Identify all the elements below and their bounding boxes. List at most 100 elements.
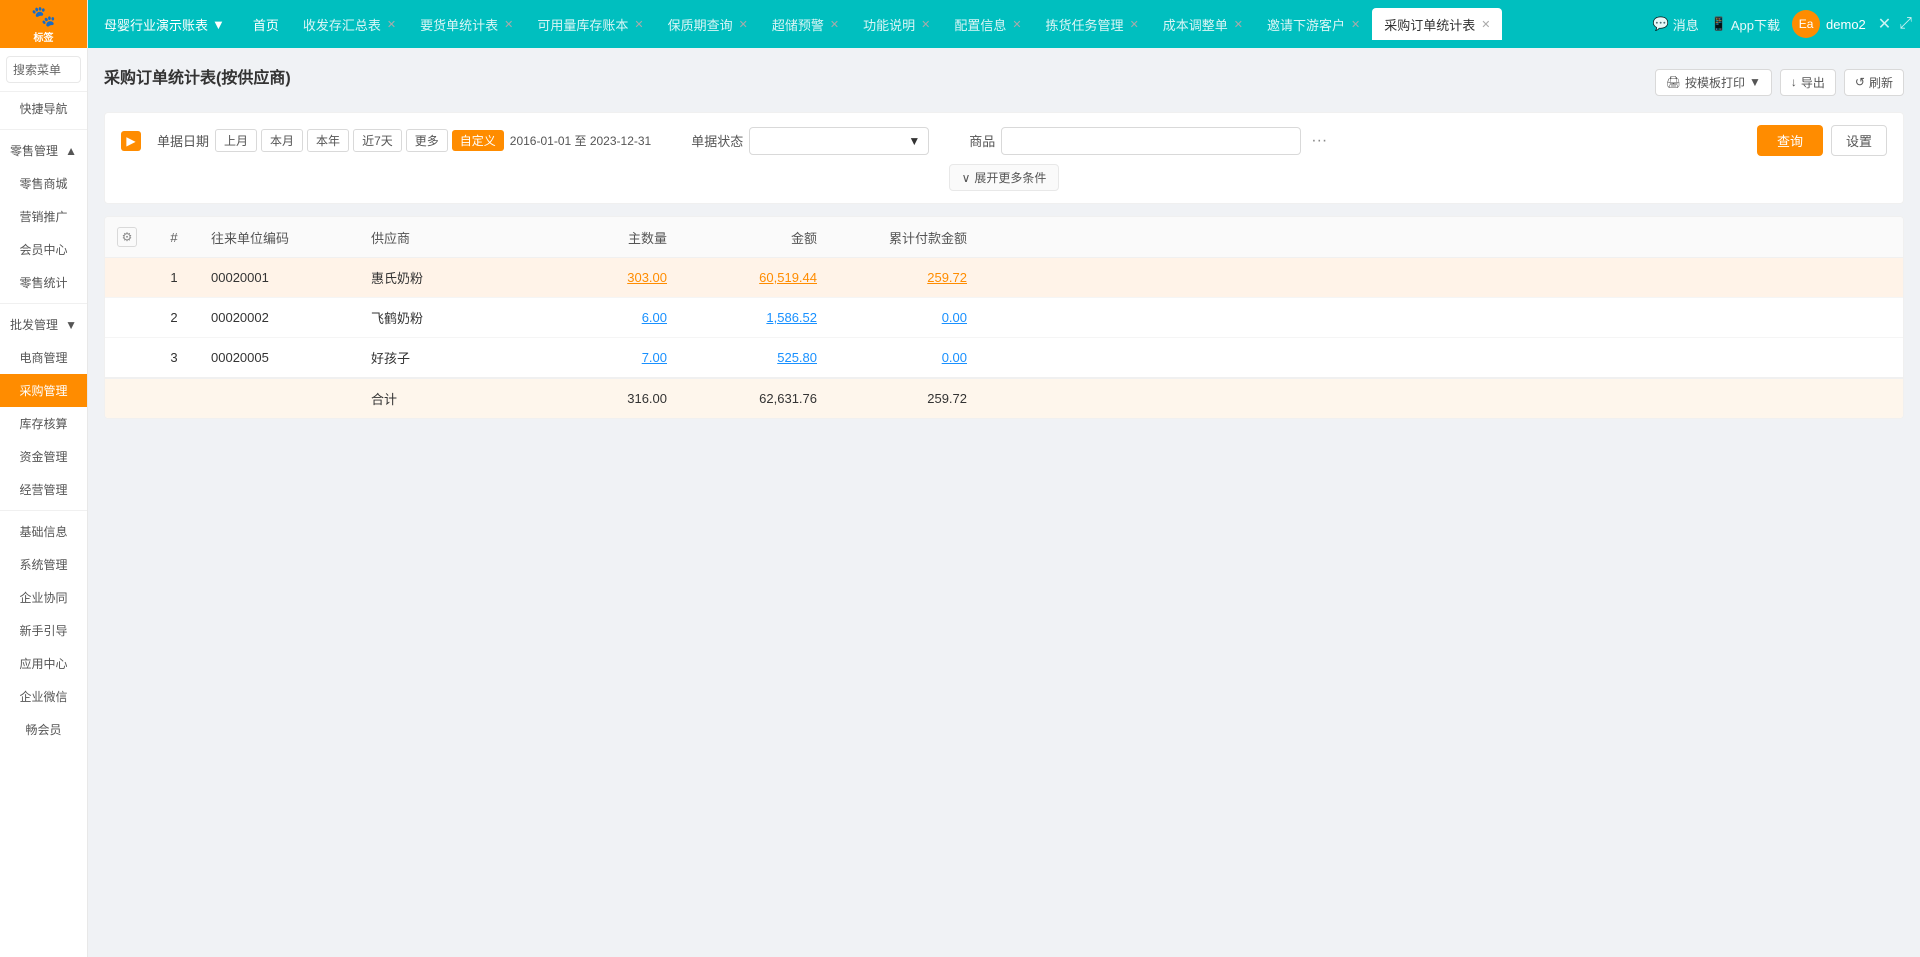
td-paid-1[interactable]: 259.72 <box>829 258 979 298</box>
td-amount-2[interactable]: 1,586.52 <box>679 298 829 338</box>
td-amount-3[interactable]: 525.80 <box>679 338 829 379</box>
sidebar-item-marketing[interactable]: 营销推广 <box>0 200 87 233</box>
tab-close-icon[interactable]: ✕ <box>387 18 396 31</box>
sidebar-item-inventory[interactable]: 库存核算 <box>0 407 87 440</box>
th-extra <box>979 217 1903 258</box>
settings-button[interactable]: 设置 <box>1831 125 1887 156</box>
filter-row-1: ▶ 单据日期 上月 本月 本年 近7天 更多 自定义 2016-01-01 至 … <box>121 125 1887 156</box>
close-window-button[interactable]: ✕ <box>1878 14 1891 34</box>
filter-date-range: 2016-01-01 至 2023-12-31 <box>510 132 651 149</box>
filter-this-month-btn[interactable]: 本月 <box>261 129 303 152</box>
filter-toggle-button[interactable]: ▶ <box>121 131 141 151</box>
tab-collect-pay[interactable]: 收发存汇总表 ✕ <box>291 8 408 40</box>
footer-empty-2 <box>149 378 199 418</box>
chevron-down-icon: ▼ <box>65 318 77 332</box>
filter-status-select[interactable]: ▼ <box>749 127 929 155</box>
sidebar-item-system[interactable]: 系统管理 <box>0 548 87 581</box>
sidebar-item-retail-mgmt[interactable]: 零售管理 ▲ <box>0 134 87 167</box>
filter-last7-btn[interactable]: 近7天 <box>353 129 402 152</box>
sidebar-item-vip[interactable]: 畅会员 <box>0 713 87 746</box>
account-dropdown[interactable]: 母婴行业演示账表 ▼ <box>96 15 233 34</box>
table-row: 3 00020005 好孩子 7.00 525.80 0.00 <box>105 338 1903 379</box>
td-paid-3[interactable]: 0.00 <box>829 338 979 379</box>
filter-action-buttons: 查询 设置 <box>1757 125 1887 156</box>
tab-close-icon[interactable]: ✕ <box>1234 18 1243 31</box>
tab-pick-task[interactable]: 拣货任务管理 ✕ <box>1034 8 1151 40</box>
sidebar-item-guide[interactable]: 新手引导 <box>0 614 87 647</box>
td-amount-1[interactable]: 60,519.44 <box>679 258 829 298</box>
tab-invite[interactable]: 邀请下游客户 ✕ <box>1255 8 1372 40</box>
td-extra-3 <box>979 338 1903 379</box>
th-paid: 累计付款金额 <box>829 217 979 258</box>
td-qty-3[interactable]: 7.00 <box>559 338 679 379</box>
footer-paid: 259.72 <box>829 378 979 418</box>
tab-close-icon[interactable]: ✕ <box>921 18 930 31</box>
tab-label: 要货单统计表 <box>420 15 498 34</box>
search-button[interactable]: 查询 <box>1757 125 1823 156</box>
user-area[interactable]: Ea demo2 <box>1792 10 1866 38</box>
filter-last-month-btn[interactable]: 上月 <box>215 129 257 152</box>
td-supplier-1: 惠氏奶粉 <box>359 258 559 298</box>
logo-icon: 🐾 <box>31 4 56 29</box>
tab-warranty[interactable]: 保质期查询 ✕ <box>656 8 760 40</box>
app-download-label: App下载 <box>1731 15 1780 34</box>
sidebar-item-enterprise-wechat[interactable]: 企业微信 <box>0 680 87 713</box>
export-label: 导出 <box>1801 74 1825 91</box>
sidebar-item-shortcut[interactable]: 快捷导航 <box>0 92 87 125</box>
sidebar-item-retail-shop[interactable]: 零售商城 <box>0 167 87 200</box>
sidebar-item-enterprise[interactable]: 企业协同 <box>0 581 87 614</box>
filter-this-year-btn[interactable]: 本年 <box>307 129 349 152</box>
maximize-window-button[interactable]: ⤢ <box>1899 15 1912 33</box>
tab-close-icon[interactable]: ✕ <box>1130 18 1139 31</box>
sidebar-item-wholesale[interactable]: 批发管理 ▼ <box>0 308 87 341</box>
sidebar-item-ecommerce[interactable]: 电商管理 <box>0 341 87 374</box>
tab-overstock[interactable]: 超储预警 ✕ <box>760 8 851 40</box>
tab-close-icon[interactable]: ✕ <box>830 18 839 31</box>
refresh-button[interactable]: ↺ 刷新 <box>1844 69 1904 96</box>
filter-goods-input[interactable] <box>1001 127 1301 155</box>
sidebar-item-finance[interactable]: 资金管理 <box>0 440 87 473</box>
sidebar-item-member[interactable]: 会员中心 <box>0 233 87 266</box>
sidebar-item-retail-stats[interactable]: 零售统计 <box>0 266 87 299</box>
tab-close-active-icon[interactable]: ✕ <box>1481 18 1490 31</box>
td-paid-2[interactable]: 0.00 <box>829 298 979 338</box>
th-amount: 金额 <box>679 217 829 258</box>
tab-config[interactable]: 配置信息 ✕ <box>942 8 1033 40</box>
print-button[interactable]: 🖨 按模板打印 ▼ <box>1655 69 1772 96</box>
tab-close-icon[interactable]: ✕ <box>504 18 513 31</box>
td-qty-1[interactable]: 303.00 <box>559 258 679 298</box>
data-table: ⚙ # 往来单位编码 供应商 主数量 金额 累计付款金额 <box>105 217 1903 418</box>
sidebar-item-label: 经营管理 <box>19 481 67 498</box>
tab-close-icon[interactable]: ✕ <box>634 18 643 31</box>
filter-custom-tag[interactable]: 自定义 <box>452 130 504 151</box>
tab-available-stock[interactable]: 可用量库存账本 ✕ <box>525 8 655 40</box>
export-icon: ↓ <box>1791 75 1797 89</box>
filter-ellipsis[interactable]: ··· <box>1311 132 1327 150</box>
sidebar-item-purchase[interactable]: 采购管理 <box>0 374 87 407</box>
export-button[interactable]: ↓ 导出 <box>1780 69 1836 96</box>
topbar: 母婴行业演示账表 ▼ 首页 收发存汇总表 ✕ 要货单统计表 ✕ 可用量库存账本 … <box>88 0 1920 48</box>
tab-feature[interactable]: 功能说明 ✕ <box>851 8 942 40</box>
td-checkbox-2 <box>105 298 149 338</box>
sidebar-item-app-center[interactable]: 应用中心 <box>0 647 87 680</box>
tab-purchase-stats[interactable]: 采购订单统计表 ✕ <box>1372 8 1502 40</box>
td-qty-2[interactable]: 6.00 <box>559 298 679 338</box>
tab-goods-stats[interactable]: 要货单统计表 ✕ <box>408 8 525 40</box>
expand-more-button[interactable]: ∨ 展开更多条件 <box>949 164 1060 191</box>
sidebar-item-ops[interactable]: 经营管理 <box>0 473 87 506</box>
sidebar-item-basic-info[interactable]: 基础信息 <box>0 515 87 548</box>
filter-goods-item: 商品 ··· <box>969 127 1331 155</box>
app-download-button[interactable]: 📱 App下载 <box>1711 15 1780 34</box>
td-code-2: 00020002 <box>199 298 359 338</box>
sidebar-item-label: 零售商城 <box>19 175 67 192</box>
filter-more-date-btn[interactable]: 更多 <box>406 129 448 152</box>
search-menu-button[interactable]: 搜索菜单 <box>6 56 81 83</box>
tab-close-icon[interactable]: ✕ <box>739 18 748 31</box>
column-settings-icon[interactable]: ⚙ <box>117 227 137 247</box>
tab-home[interactable]: 首页 <box>241 8 291 40</box>
messages-button[interactable]: 💬 消息 <box>1653 15 1699 34</box>
tab-cost-adj[interactable]: 成本调整单 ✕ <box>1151 8 1255 40</box>
th-index: # <box>149 217 199 258</box>
tab-close-icon[interactable]: ✕ <box>1351 18 1360 31</box>
tab-close-icon[interactable]: ✕ <box>1012 18 1021 31</box>
